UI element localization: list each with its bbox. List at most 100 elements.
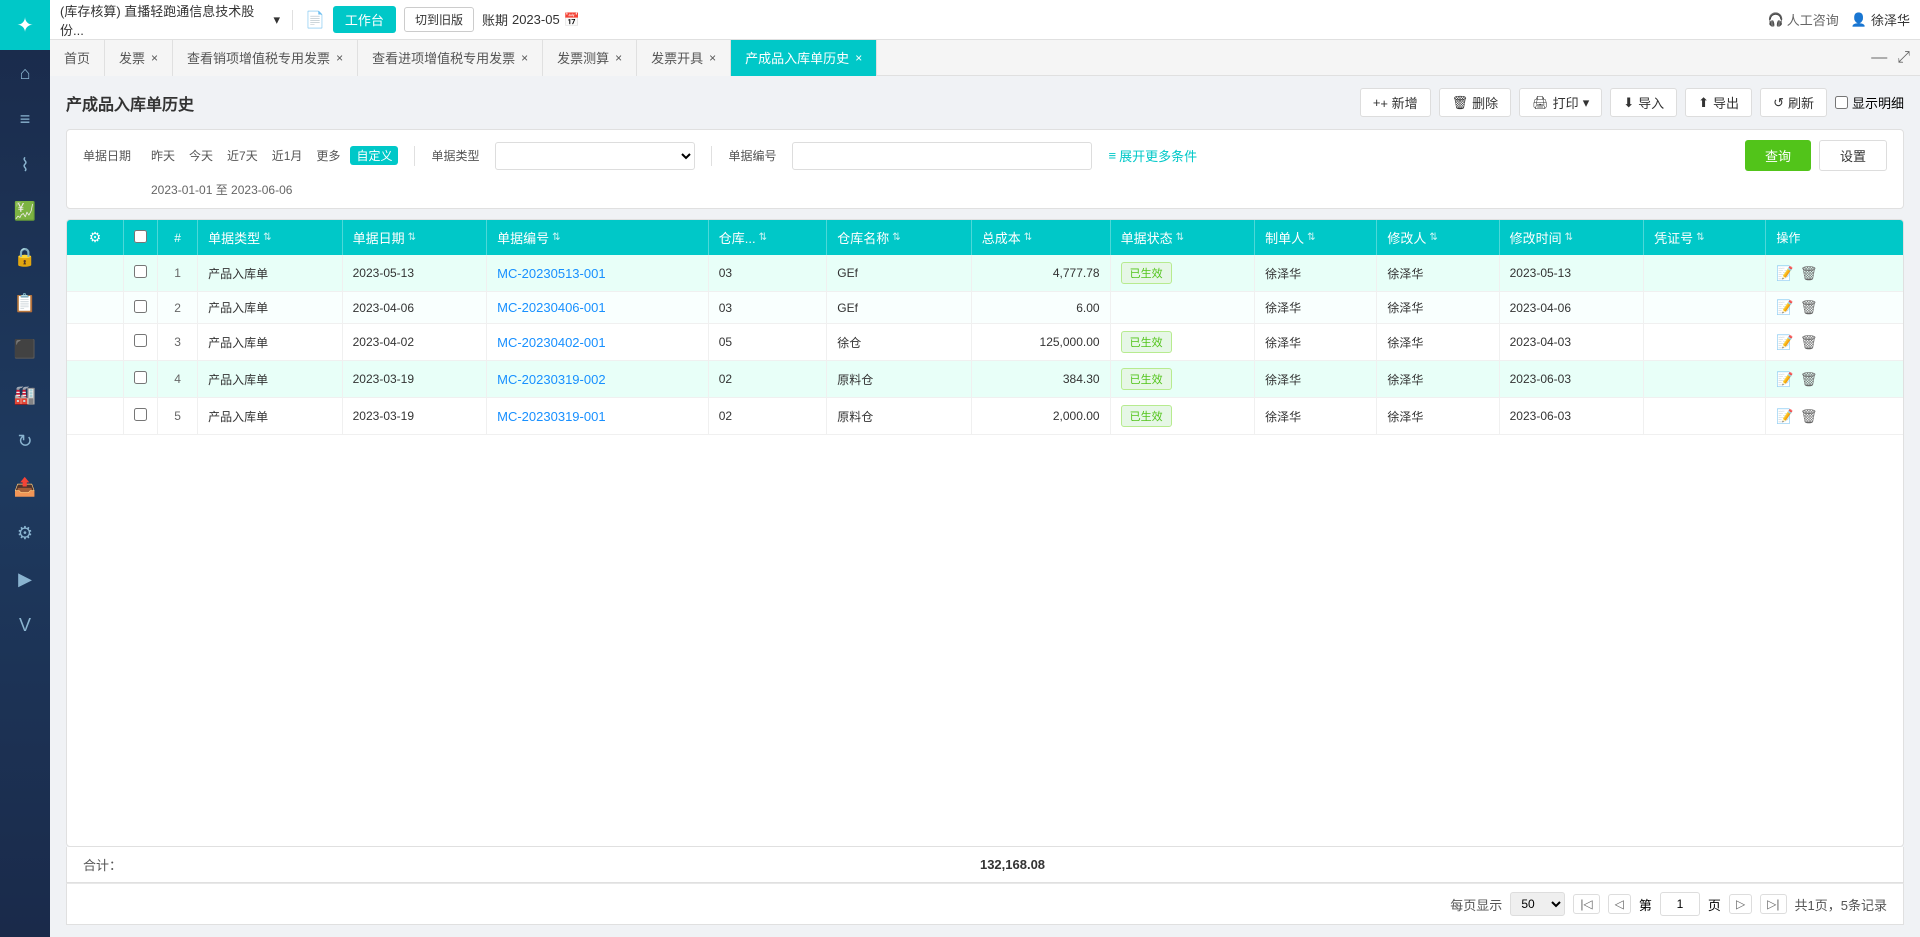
- first-page-btn[interactable]: |◁: [1573, 894, 1599, 914]
- number-filter-input[interactable]: [792, 142, 1092, 170]
- prev-page-btn[interactable]: ◁: [1608, 894, 1631, 914]
- sidebar-item-workflow[interactable]: ↻: [0, 418, 50, 464]
- page-size-select[interactable]: 50 20 100: [1510, 892, 1565, 916]
- delete-icon-0[interactable]: 🗑: [1800, 265, 1818, 282]
- service-button[interactable]: 🎧 人工咨询: [1768, 10, 1839, 29]
- row-checkbox-cell[interactable]: [124, 292, 158, 324]
- sidebar-item-finance[interactable]: 💹: [0, 188, 50, 234]
- row-checkbox-4[interactable]: [134, 408, 147, 421]
- th-date[interactable]: 单据日期⇅: [342, 220, 487, 255]
- tab-purchase-invoice-close[interactable]: ×: [521, 51, 528, 65]
- edit-icon-4[interactable]: 📝: [1776, 408, 1793, 425]
- sidebar-item-media[interactable]: ▶: [0, 556, 50, 602]
- sidebar-item-security[interactable]: 🔒: [0, 234, 50, 280]
- row-number-link-3[interactable]: MC-20230319-002: [497, 372, 605, 387]
- select-all-checkbox[interactable]: [134, 230, 147, 243]
- row-checkbox-cell[interactable]: [124, 361, 158, 398]
- sidebar-item-export[interactable]: 📤: [0, 464, 50, 510]
- row-number-4[interactable]: MC-20230319-001: [487, 398, 709, 435]
- th-number[interactable]: 单据编号⇅: [487, 220, 709, 255]
- delete-icon-3[interactable]: 🗑: [1800, 371, 1818, 388]
- tab-maximize-icon[interactable]: ⤢: [1897, 49, 1910, 67]
- print-button[interactable]: 🖨 打印 ▾: [1519, 88, 1602, 117]
- yesterday-shortcut[interactable]: 昨天: [147, 146, 179, 165]
- th-checkbox[interactable]: [124, 220, 158, 255]
- edit-icon-1[interactable]: 📝: [1776, 299, 1793, 316]
- page-number-input[interactable]: [1660, 892, 1700, 916]
- workbench-button[interactable]: 工作台: [333, 6, 396, 33]
- tab-sales-invoice[interactable]: 查看销项增值税专用发票 ×: [173, 40, 358, 76]
- row-checkbox-0[interactable]: [134, 265, 147, 278]
- delete-icon-2[interactable]: 🗑: [1800, 334, 1818, 351]
- today-shortcut[interactable]: 今天: [185, 146, 217, 165]
- tab-home[interactable]: 首页: [50, 40, 105, 76]
- row-number-link-4[interactable]: MC-20230319-001: [497, 409, 605, 424]
- edit-icon-2[interactable]: 📝: [1776, 334, 1793, 351]
- settings-icon[interactable]: ⚙: [89, 229, 102, 245]
- expand-more-btn[interactable]: ≡ 展开更多条件: [1108, 146, 1197, 165]
- th-modifier[interactable]: 修改人⇅: [1377, 220, 1499, 255]
- edit-icon-0[interactable]: 📝: [1776, 265, 1793, 282]
- tab-product-inbound-history[interactable]: 产成品入库单历史 ×: [731, 40, 877, 76]
- row-number-link-1[interactable]: MC-20230406-001: [497, 300, 605, 315]
- tab-invoice-issue[interactable]: 发票开具 ×: [637, 40, 731, 76]
- delete-button[interactable]: 🗑 删除: [1439, 88, 1512, 117]
- row-number-3[interactable]: MC-20230319-002: [487, 361, 709, 398]
- row-number-link-2[interactable]: MC-20230402-001: [497, 335, 605, 350]
- reset-button[interactable]: 设置: [1819, 140, 1887, 171]
- sidebar-item-menu[interactable]: ≡: [0, 96, 50, 142]
- tab-sales-invoice-close[interactable]: ×: [336, 51, 343, 65]
- row-number-link-0[interactable]: MC-20230513-001: [497, 266, 605, 281]
- user-menu[interactable]: 👤 徐泽华: [1851, 10, 1910, 29]
- last-page-btn[interactable]: ▷|: [1760, 894, 1786, 914]
- calendar-icon[interactable]: 📅: [564, 12, 580, 28]
- new-button[interactable]: + + 新增: [1360, 88, 1431, 117]
- custom-shortcut[interactable]: 自定义: [350, 146, 398, 165]
- tab-invoice-issue-close[interactable]: ×: [709, 51, 716, 65]
- th-type[interactable]: 单据类型⇅: [198, 220, 343, 255]
- row-number-0[interactable]: MC-20230513-001: [487, 255, 709, 292]
- tab-purchase-invoice[interactable]: 查看进项增值税专用发票 ×: [358, 40, 543, 76]
- th-warehouse-code[interactable]: 仓库...⇅: [708, 220, 827, 255]
- row-checkbox-2[interactable]: [134, 334, 147, 347]
- company-selector[interactable]: (库存核算) 直播轻跑通信息技术股份... ▾: [60, 1, 280, 39]
- month-shortcut[interactable]: 近1月: [268, 146, 307, 165]
- th-status[interactable]: 单据状态⇅: [1110, 220, 1255, 255]
- sidebar-item-documents[interactable]: 📋: [0, 280, 50, 326]
- th-voucher[interactable]: 凭证号⇅: [1644, 220, 1766, 255]
- type-filter-select[interactable]: [495, 142, 695, 170]
- th-warehouse-name[interactable]: 仓库名称⇅: [827, 220, 972, 255]
- row-checkbox-cell[interactable]: [124, 324, 158, 361]
- query-button[interactable]: 查询: [1745, 140, 1811, 171]
- th-modify-time[interactable]: 修改时间⇅: [1499, 220, 1644, 255]
- row-checkbox-3[interactable]: [134, 371, 147, 384]
- sidebar-item-settings[interactable]: ⚙: [0, 510, 50, 556]
- th-settings[interactable]: ⚙: [67, 220, 124, 255]
- th-total-cost[interactable]: 总成本⇅: [971, 220, 1110, 255]
- delete-icon-1[interactable]: 🗑: [1800, 299, 1818, 316]
- more-shortcut[interactable]: 更多: [312, 146, 344, 165]
- show-detail-checkbox[interactable]: [1835, 96, 1848, 109]
- week-shortcut[interactable]: 近7天: [223, 146, 262, 165]
- row-checkbox-cell[interactable]: [124, 255, 158, 292]
- export-button[interactable]: ⬆ 导出: [1685, 88, 1752, 117]
- tab-minimize-icon[interactable]: —: [1871, 49, 1887, 67]
- document-icon[interactable]: 📄: [305, 10, 325, 30]
- tab-invoice[interactable]: 发票 ×: [105, 40, 173, 76]
- row-checkbox-cell[interactable]: [124, 398, 158, 435]
- sidebar-item-inventory[interactable]: ⬛: [0, 326, 50, 372]
- tab-product-inbound-close[interactable]: ×: [855, 51, 862, 65]
- app-logo[interactable]: ✦: [0, 0, 50, 50]
- import-button[interactable]: ⬇ 导入: [1610, 88, 1677, 117]
- tab-invoice-calc-close[interactable]: ×: [615, 51, 622, 65]
- tab-invoice-calc[interactable]: 发票测算 ×: [543, 40, 637, 76]
- next-page-btn[interactable]: ▷: [1729, 894, 1752, 914]
- th-creator[interactable]: 制单人⇅: [1255, 220, 1377, 255]
- sidebar-item-manufacturing[interactable]: 🏭: [0, 372, 50, 418]
- row-checkbox-1[interactable]: [134, 300, 147, 313]
- edit-icon-3[interactable]: 📝: [1776, 371, 1793, 388]
- delete-icon-4[interactable]: 🗑: [1800, 408, 1818, 425]
- sidebar-item-version[interactable]: V: [0, 602, 50, 648]
- sidebar-item-analytics[interactable]: ⌇: [0, 142, 50, 188]
- refresh-button[interactable]: ↺ 刷新: [1760, 88, 1827, 117]
